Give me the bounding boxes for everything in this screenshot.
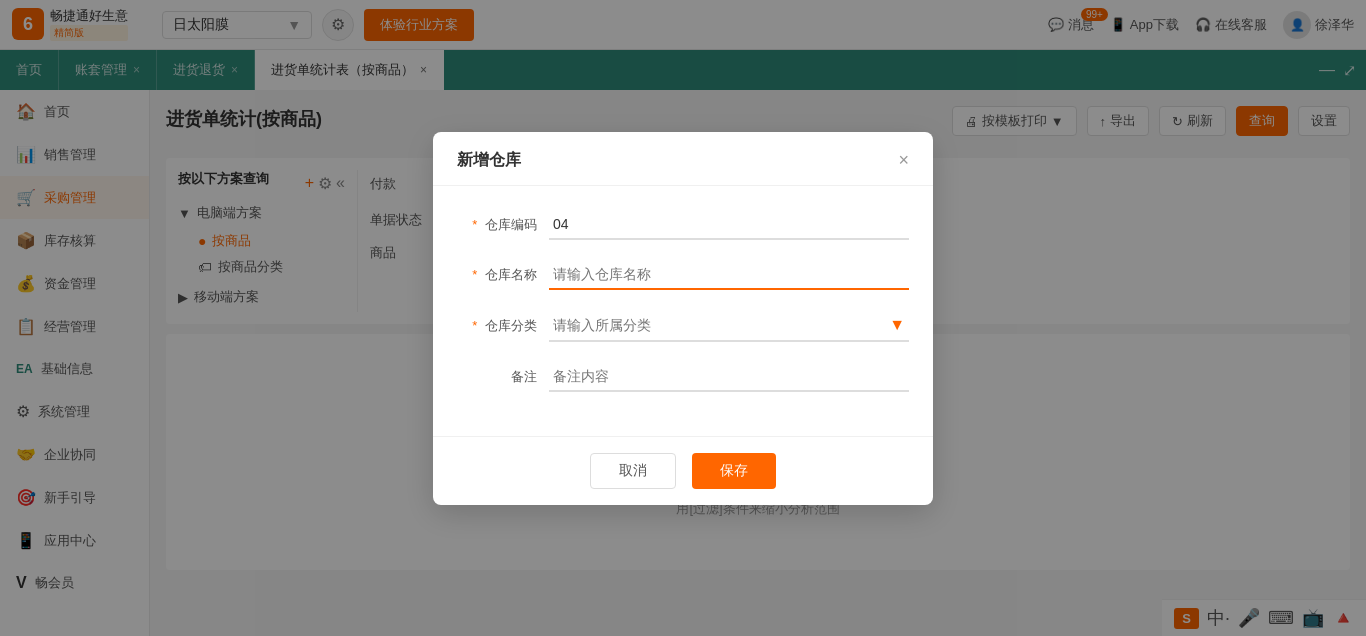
- code-label: * 仓库编码: [457, 216, 537, 234]
- note-label: 备注: [457, 368, 537, 386]
- category-input[interactable]: [553, 317, 889, 333]
- form-row-name: * 仓库名称: [457, 260, 909, 290]
- modal-overlay: 新增仓库 × * 仓库编码 * 仓库名称: [0, 0, 1366, 636]
- form-row-note: 备注: [457, 362, 909, 392]
- required-star-code: *: [472, 217, 477, 232]
- warehouse-code-input[interactable]: [549, 210, 909, 240]
- category-select-row: ▼: [549, 310, 909, 342]
- modal-close-button[interactable]: ×: [898, 151, 909, 169]
- required-star-cat: *: [472, 318, 477, 333]
- cancel-button[interactable]: 取消: [590, 453, 676, 489]
- form-row-category: * 仓库分类 ▼: [457, 310, 909, 342]
- required-star-name: *: [472, 267, 477, 282]
- modal-body: * 仓库编码 * 仓库名称 * 仓库分类: [433, 186, 933, 436]
- modal-title: 新增仓库: [457, 150, 521, 171]
- category-dropdown-arrow[interactable]: ▼: [889, 316, 905, 334]
- warehouse-name-input[interactable]: [549, 260, 909, 290]
- note-input[interactable]: [549, 362, 909, 392]
- name-label: * 仓库名称: [457, 266, 537, 284]
- new-warehouse-modal: 新增仓库 × * 仓库编码 * 仓库名称: [433, 132, 933, 505]
- save-button[interactable]: 保存: [692, 453, 776, 489]
- category-label: * 仓库分类: [457, 317, 537, 335]
- form-row-code: * 仓库编码: [457, 210, 909, 240]
- modal-footer: 取消 保存: [433, 436, 933, 505]
- modal-header: 新增仓库 ×: [433, 132, 933, 186]
